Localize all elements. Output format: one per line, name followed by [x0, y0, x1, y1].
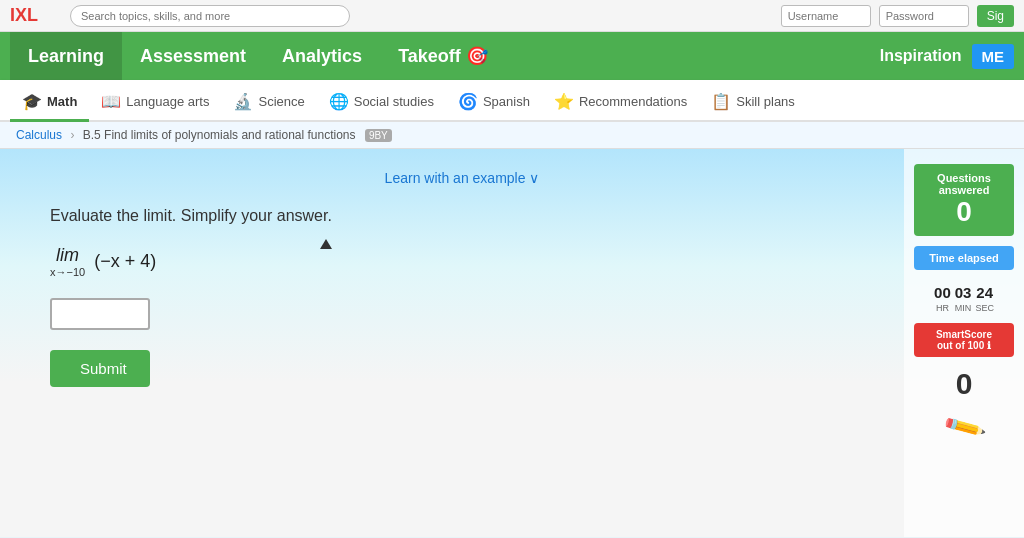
- inspiration-button[interactable]: Inspiration: [880, 47, 962, 65]
- top-right-area: Sig: [781, 5, 1014, 27]
- logo: IXL: [10, 4, 60, 28]
- lim-subscript: x→−10: [50, 266, 85, 278]
- problem-area: Learn with an example ∨ Evaluate the lim…: [0, 149, 904, 537]
- answer-input[interactable]: [50, 298, 150, 330]
- time-seconds: 24 SEC: [975, 284, 994, 313]
- time-hr-value: 00: [934, 284, 951, 301]
- problem-instruction: Evaluate the limit. Simplify your answer…: [50, 207, 874, 225]
- skill-plans-icon: 📋: [711, 92, 731, 111]
- search-input[interactable]: [70, 5, 350, 27]
- nav-analytics[interactable]: Analytics: [264, 32, 380, 80]
- science-icon: 🔬: [233, 92, 253, 111]
- right-sidebar: Questionsanswered 0 Time elapsed 00 HR 0…: [904, 149, 1024, 537]
- submit-button[interactable]: Submit: [50, 350, 150, 387]
- pencil-icon: ✏️: [941, 404, 988, 450]
- nav-bar: Learning Assessment Analytics Takeoff 🎯 …: [0, 32, 1024, 80]
- tab-spanish[interactable]: 🌀 Spanish: [446, 84, 542, 122]
- time-sec-label: SEC: [975, 303, 994, 313]
- time-display: 00 HR 03 MIN 24 SEC: [934, 284, 994, 313]
- questions-answered-box: Questionsanswered 0: [914, 164, 1014, 236]
- breadcrumb-parent[interactable]: Calculus: [16, 128, 62, 142]
- me-button[interactable]: ME: [972, 44, 1015, 69]
- nav-learning[interactable]: Learning: [10, 32, 122, 80]
- learn-example-link[interactable]: Learn with an example ∨: [385, 170, 540, 186]
- spanish-icon: 🌀: [458, 92, 478, 111]
- subject-tabs: 🎓 Math 📖 Language arts 🔬 Science 🌐 Socia…: [0, 80, 1024, 122]
- tab-language-arts[interactable]: 📖 Language arts: [89, 84, 221, 122]
- password-input[interactable]: [879, 5, 969, 27]
- time-label: Time elapsed: [929, 252, 999, 264]
- time-elapsed-box: Time elapsed: [914, 246, 1014, 270]
- tab-social-studies[interactable]: 🌐 Social studies: [317, 84, 446, 122]
- nav-takeoff[interactable]: Takeoff 🎯: [380, 32, 506, 80]
- tab-language-arts-label: Language arts: [126, 94, 209, 109]
- tab-skill-plans[interactable]: 📋 Skill plans: [699, 84, 807, 122]
- tab-math[interactable]: 🎓 Math: [10, 84, 89, 122]
- breadcrumb-separator: ›: [70, 128, 74, 142]
- tab-recommendations[interactable]: ⭐ Recommendations: [542, 84, 699, 122]
- smart-score-label: SmartScoreout of 100 ℹ: [936, 329, 992, 351]
- smart-score-box: SmartScoreout of 100 ℹ: [914, 323, 1014, 357]
- time-hours: 00 HR: [934, 284, 951, 313]
- nav-right: Inspiration ME: [880, 44, 1014, 69]
- main-content: Learn with an example ∨ Evaluate the lim…: [0, 149, 1024, 537]
- top-bar: IXL Sig: [0, 0, 1024, 32]
- grade-badge: 9BY: [365, 129, 392, 142]
- breadcrumb: Calculus › B.5 Find limits of polynomial…: [0, 122, 1024, 149]
- smart-score-value: 0: [956, 367, 973, 401]
- social-studies-icon: 🌐: [329, 92, 349, 111]
- math-expression: lim x→−10 (−x + 4): [50, 245, 874, 278]
- questions-label: Questionsanswered: [937, 172, 991, 196]
- tab-social-studies-label: Social studies: [354, 94, 434, 109]
- learn-example[interactable]: Learn with an example ∨: [50, 169, 874, 187]
- time-min-label: MIN: [955, 303, 972, 313]
- nav-assessment[interactable]: Assessment: [122, 32, 264, 80]
- language-arts-icon: 📖: [101, 92, 121, 111]
- tab-science-label: Science: [258, 94, 304, 109]
- math-icon: 🎓: [22, 92, 42, 111]
- tab-math-label: Math: [47, 94, 77, 109]
- recommendations-icon: ⭐: [554, 92, 574, 111]
- questions-count: 0: [926, 196, 1002, 228]
- time-sec-value: 24: [975, 284, 994, 301]
- tab-skill-plans-label: Skill plans: [736, 94, 795, 109]
- tab-science[interactable]: 🔬 Science: [221, 84, 316, 122]
- logo-text: IXL: [10, 5, 38, 26]
- username-input[interactable]: [781, 5, 871, 27]
- limit-notation: lim x→−10: [50, 245, 85, 278]
- time-hr-label: HR: [936, 303, 949, 313]
- lim-text: lim: [56, 245, 79, 266]
- time-minutes: 03 MIN: [955, 284, 972, 313]
- tab-recommendations-label: Recommendations: [579, 94, 687, 109]
- sign-button[interactable]: Sig: [977, 5, 1014, 27]
- time-min-value: 03: [955, 284, 972, 301]
- math-expr-text: (−x + 4): [94, 251, 156, 272]
- breadcrumb-current: B.5 Find limits of polynomials and ratio…: [83, 128, 356, 142]
- cursor-pointer: [320, 239, 332, 249]
- tab-spanish-label: Spanish: [483, 94, 530, 109]
